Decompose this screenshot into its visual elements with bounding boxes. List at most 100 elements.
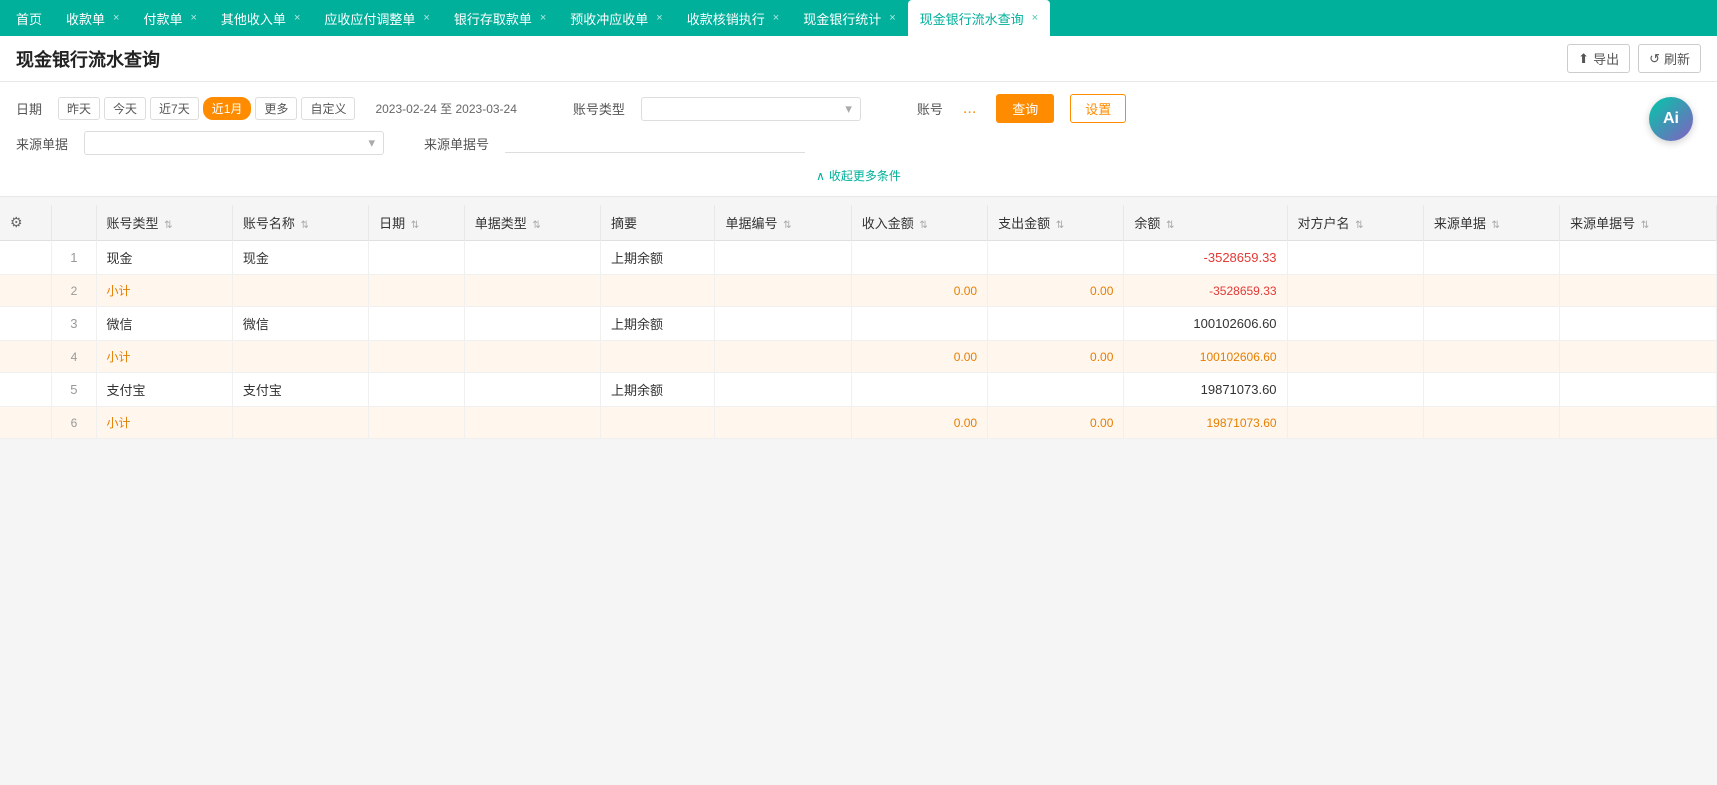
col-account-name[interactable]: 账号名称 ⇅ xyxy=(232,205,368,241)
ai-badge[interactable]: Ai xyxy=(1649,97,1693,141)
date-btn-today[interactable]: 今天 xyxy=(104,97,146,120)
col-source-doc[interactable]: 来源单据 ⇅ xyxy=(1423,205,1559,241)
collapse-bar[interactable]: ∧ 收起更多条件 xyxy=(16,163,1701,188)
col-gear[interactable]: ⚙ xyxy=(0,205,52,241)
nav-item-home[interactable]: 首页 xyxy=(4,0,54,36)
close-icon-payment[interactable]: × xyxy=(190,12,196,24)
cell-balance: -3528659.33 xyxy=(1124,275,1287,307)
flow-table: ⚙ 账号类型 ⇅ 账号名称 ⇅ 日期 ⇅ 单据类型 ⇅ 摘要 单据编号 ⇅ 收入… xyxy=(0,205,1717,439)
cell-doc-no xyxy=(715,341,851,373)
close-icon-bank-deposit[interactable]: × xyxy=(540,12,546,24)
cell-income xyxy=(851,307,987,341)
cell-seq: 3 xyxy=(52,307,96,341)
source-doc-no-label: 来源单据号 xyxy=(424,134,489,153)
export-button[interactable]: ⬆ 导出 xyxy=(1567,44,1630,73)
cell-expense xyxy=(988,241,1124,275)
cell-doc-type xyxy=(464,241,600,275)
cell-date xyxy=(369,307,465,341)
cell-source-doc-no xyxy=(1560,275,1717,307)
col-income[interactable]: 收入金额 ⇅ xyxy=(851,205,987,241)
nav-label-verify: 收款核销执行 xyxy=(687,9,765,28)
close-icon-other-income[interactable]: × xyxy=(294,12,300,24)
cell-source-doc xyxy=(1423,307,1559,341)
table-row[interactable]: 4 小计 0.00 0.00 100102606.60 xyxy=(0,341,1717,373)
table-row[interactable]: 2 小计 0.00 0.00 -3528659.33 xyxy=(0,275,1717,307)
col-source-doc-no[interactable]: 来源单据号 ⇅ xyxy=(1560,205,1717,241)
nav-item-payment[interactable]: 付款单 × xyxy=(131,0,208,36)
source-doc-no-input[interactable] xyxy=(505,133,805,153)
cell-income: 0.00 xyxy=(851,341,987,373)
cell-source-doc xyxy=(1423,241,1559,275)
table-row[interactable]: 5 支付宝 支付宝 上期余额 19871073.60 xyxy=(0,373,1717,407)
cell-date xyxy=(369,275,465,307)
col-expense[interactable]: 支出金额 ⇅ xyxy=(988,205,1124,241)
chevron-up-icon: ∧ xyxy=(816,169,825,183)
col-seq xyxy=(52,205,96,241)
cell-balance: 19871073.60 xyxy=(1124,373,1287,407)
cell-expense: 0.00 xyxy=(988,275,1124,307)
col-balance[interactable]: 余额 ⇅ xyxy=(1124,205,1287,241)
account-type-select[interactable]: ▾ xyxy=(641,97,861,121)
query-button[interactable]: 查询 xyxy=(996,94,1054,123)
cell-summary: 上期余额 xyxy=(601,241,715,275)
nav-item-prepay[interactable]: 预收冲应收单 × xyxy=(558,0,674,36)
settings-button[interactable]: 设置 xyxy=(1070,94,1126,123)
nav-item-bank-stat[interactable]: 现金银行统计 × xyxy=(791,0,907,36)
nav-item-other-income[interactable]: 其他收入单 × xyxy=(209,0,312,36)
nav-item-bank-deposit[interactable]: 银行存取款单 × xyxy=(442,0,558,36)
cell-income: 0.00 xyxy=(851,275,987,307)
date-btn-more[interactable]: 更多 xyxy=(255,97,297,120)
cell-gear xyxy=(0,275,52,307)
cell-source-doc xyxy=(1423,341,1559,373)
table-row[interactable]: 6 小计 0.00 0.00 19871073.60 xyxy=(0,407,1717,439)
collapse-label: 收起更多条件 xyxy=(829,167,901,184)
nav-item-bank-flow[interactable]: 现金银行流水查询 × xyxy=(908,0,1050,36)
close-icon-prepay[interactable]: × xyxy=(656,12,662,24)
col-counterparty[interactable]: 对方户名 ⇅ xyxy=(1287,205,1423,241)
source-doc-select[interactable]: ▾ xyxy=(84,131,384,155)
close-icon-bank-stat[interactable]: × xyxy=(889,12,895,24)
export-icon: ⬆ xyxy=(1578,51,1589,67)
cell-account-type: 现金 xyxy=(96,241,232,275)
date-btn-7days[interactable]: 近7天 xyxy=(150,97,199,120)
refresh-label: 刷新 xyxy=(1664,49,1690,68)
cell-doc-type xyxy=(464,307,600,341)
cell-source-doc xyxy=(1423,275,1559,307)
account-dots-button[interactable]: ... xyxy=(963,100,976,118)
cell-date xyxy=(369,407,465,439)
sort-icon-account-name: ⇅ xyxy=(300,220,308,231)
close-icon-bank-flow[interactable]: × xyxy=(1032,12,1038,24)
cell-income xyxy=(851,241,987,275)
cell-summary: 上期余额 xyxy=(601,373,715,407)
date-options: 昨天 今天 近7天 近1月 更多 自定义 xyxy=(58,97,355,120)
cell-source-doc xyxy=(1423,373,1559,407)
sort-icon-doc-type: ⇅ xyxy=(532,220,540,231)
cell-source-doc-no xyxy=(1560,307,1717,341)
refresh-button[interactable]: ↺ 刷新 xyxy=(1638,44,1701,73)
nav-item-receipt[interactable]: 收款单 × xyxy=(54,0,131,36)
cell-expense xyxy=(988,307,1124,341)
col-doc-no[interactable]: 单据编号 ⇅ xyxy=(715,205,851,241)
date-btn-1month[interactable]: 近1月 xyxy=(203,97,252,120)
cell-doc-type xyxy=(464,373,600,407)
table-row[interactable]: 1 现金 现金 上期余额 -3528659.33 xyxy=(0,241,1717,275)
date-btn-yesterday[interactable]: 昨天 xyxy=(58,97,100,120)
date-btn-custom[interactable]: 自定义 xyxy=(301,97,355,120)
close-icon-receipt[interactable]: × xyxy=(113,12,119,24)
nav-label-adjust: 应收应付调整单 xyxy=(324,9,415,28)
cell-gear xyxy=(0,241,52,275)
table-row[interactable]: 3 微信 微信 上期余额 100102606.60 xyxy=(0,307,1717,341)
cell-date xyxy=(369,373,465,407)
nav-item-verify[interactable]: 收款核销执行 × xyxy=(675,0,791,36)
col-account-type[interactable]: 账号类型 ⇅ xyxy=(96,205,232,241)
col-doc-type[interactable]: 单据类型 ⇅ xyxy=(464,205,600,241)
cell-doc-no xyxy=(715,407,851,439)
nav-item-adjust[interactable]: 应收应付调整单 × xyxy=(312,0,441,36)
cell-account-type: 小计 xyxy=(96,275,232,307)
gear-icon[interactable]: ⚙ xyxy=(10,214,23,230)
sort-icon-expense: ⇅ xyxy=(1056,220,1064,231)
col-date[interactable]: 日期 ⇅ xyxy=(369,205,465,241)
close-icon-adjust[interactable]: × xyxy=(423,12,429,24)
cell-doc-no xyxy=(715,241,851,275)
close-icon-verify[interactable]: × xyxy=(773,12,779,24)
